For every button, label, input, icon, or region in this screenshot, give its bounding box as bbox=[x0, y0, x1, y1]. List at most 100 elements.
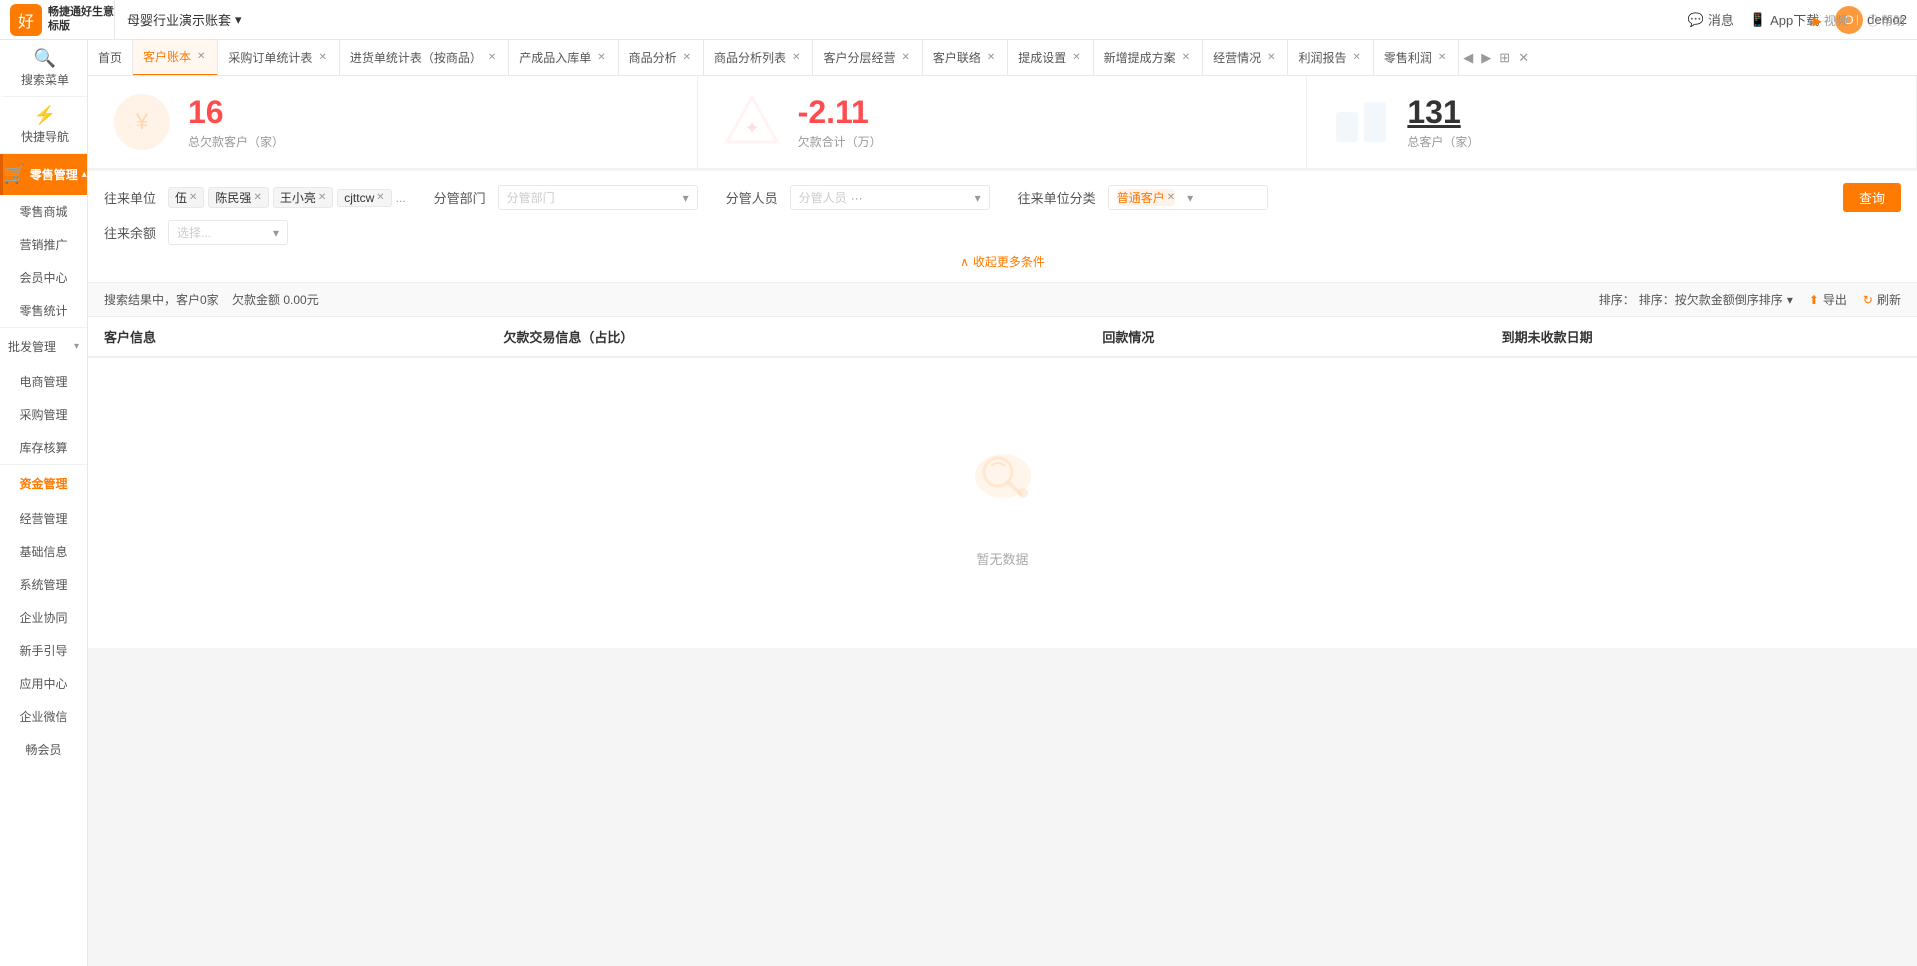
balance-arrow-icon: ▾ bbox=[273, 226, 279, 240]
stat-icon-debt: ✦ bbox=[722, 92, 782, 152]
sidebar-item-wholesale[interactable]: 批发管理 ▾ bbox=[0, 327, 87, 365]
tabs-nav-close-all[interactable]: ✕ bbox=[1514, 50, 1533, 66]
tab-close-icon[interactable]: ✕ bbox=[899, 51, 911, 64]
page-content: ¥ 16 总欠款客户（家） ✦ bbox=[88, 76, 1917, 966]
stat-value-customers: 16 bbox=[188, 94, 284, 131]
tab-close-icon[interactable]: ✕ bbox=[1436, 51, 1448, 64]
tag-wang-close[interactable]: ✕ bbox=[318, 192, 326, 203]
tab-purchase-stats[interactable]: 采购订单统计表 ✕ bbox=[218, 40, 339, 76]
app-icon: 📱 bbox=[1750, 12, 1766, 28]
sidebar-item-purchase[interactable]: 采购管理 bbox=[0, 398, 87, 431]
tab-home[interactable]: 首页 bbox=[88, 40, 133, 76]
message-icon: 💬 bbox=[1688, 12, 1704, 28]
sidebar: 🔍 搜索菜单 ⚡ 快捷导航 🛒 零售管理 ▴ 零售商城 营销推广 会员中心 bbox=[0, 40, 88, 966]
tab-close-icon[interactable]: ✕ bbox=[595, 51, 607, 64]
tab-customer-ledger[interactable]: 客户账本 ✕ bbox=[133, 40, 218, 76]
tab-close-icon[interactable]: ✕ bbox=[1070, 51, 1082, 64]
tabs-nav-expand[interactable]: ⊞ bbox=[1495, 50, 1514, 66]
table-header: 客户信息 欠款交易信息（占比） 回款情况 到期未收款日期 bbox=[88, 317, 1917, 358]
tab-close-icon[interactable]: ✕ bbox=[316, 51, 328, 64]
sidebar-item-inventory[interactable]: 库存核算 bbox=[0, 431, 87, 464]
query-button[interactable]: 查询 bbox=[1843, 183, 1901, 212]
sidebar-item-wechat[interactable]: 企业微信 bbox=[0, 700, 87, 733]
stat-label-customers: 总欠款客户（家） bbox=[188, 133, 284, 150]
sidebar-item-app-center[interactable]: 应用中心 bbox=[0, 667, 87, 700]
sidebar-item-basic-info[interactable]: 基础信息 bbox=[0, 535, 87, 568]
stat-info-total: 131 总客户（家） bbox=[1407, 94, 1479, 150]
tab-customer-contact[interactable]: 客户联络 ✕ bbox=[923, 40, 1008, 76]
tab-close-icon[interactable]: ✕ bbox=[1180, 51, 1192, 64]
dept-select[interactable]: 分管部门 ▾ bbox=[498, 185, 698, 210]
tab-close-icon[interactable]: ✕ bbox=[1351, 51, 1363, 64]
export-btn[interactable]: ⬆ 导出 bbox=[1809, 291, 1847, 308]
unit-type-label: 往来单位分类 bbox=[1018, 188, 1096, 207]
stat-label-total: 总客户（家） bbox=[1407, 133, 1479, 150]
svg-text:¥: ¥ bbox=[135, 109, 149, 134]
export-icon: ⬆ bbox=[1809, 293, 1819, 307]
unit-type-tag: 普通客户 ✕ bbox=[1117, 189, 1175, 206]
sidebar-item-ecommerce[interactable]: 电商管理 bbox=[0, 365, 87, 398]
sidebar-item-guide[interactable]: 新手引导 bbox=[0, 634, 87, 667]
tabs-nav-right[interactable]: ▶ bbox=[1477, 50, 1495, 66]
stat-label-debt: 欠款合计（万） bbox=[798, 133, 882, 150]
tab-commission-setting[interactable]: 提成设置 ✕ bbox=[1008, 40, 1093, 76]
search-summary: 搜索结果中，客户0家 欠款金额 0.00元 bbox=[104, 291, 319, 308]
sidebar-item-system[interactable]: 系统管理 bbox=[0, 568, 87, 601]
tag-wu-close[interactable]: ✕ bbox=[189, 192, 197, 203]
refresh-btn[interactable]: ↻ 刷新 bbox=[1863, 291, 1901, 308]
tab-close-icon[interactable]: ✕ bbox=[1265, 51, 1277, 64]
sidebar-item-finance[interactable]: 资金管理 bbox=[0, 464, 87, 502]
balance-filter-label: 往来余额 bbox=[104, 223, 156, 242]
tag-chen-close[interactable]: ✕ bbox=[253, 192, 261, 203]
sidebar-item-marketing[interactable]: 营销推广 bbox=[0, 228, 87, 261]
message-btn[interactable]: 💬 消息 bbox=[1688, 10, 1734, 29]
balance-select[interactable]: 选择... ▾ bbox=[168, 220, 288, 245]
filter-more-btn[interactable]: ... bbox=[396, 191, 406, 205]
table-container: 客户信息 欠款交易信息（占比） 回款情况 到期未收款日期 bbox=[88, 317, 1917, 648]
sidebar-item-retail-stats[interactable]: 零售统计 bbox=[0, 294, 87, 327]
tab-close-icon[interactable]: ✕ bbox=[681, 51, 693, 64]
unit-filter-tags: 伍 ✕ 陈民强 ✕ 王小亮 ✕ bbox=[168, 187, 406, 208]
tab-product-analysis-list[interactable]: 商品分析列表 ✕ bbox=[704, 40, 813, 76]
tab-customer-layer[interactable]: 客户分层经营 ✕ bbox=[813, 40, 922, 76]
tag-cjttcw-close[interactable]: ✕ bbox=[376, 192, 384, 203]
result-actions: 排序： 排序：按欠款金额倒序排序 ▾ ⬆ 导出 ↻ 刷新 bbox=[1599, 291, 1901, 308]
stat-value-total: 131 bbox=[1407, 94, 1479, 131]
sidebar-item-retail-mgmt[interactable]: 🛒 零售管理 ▴ bbox=[0, 154, 87, 195]
unit-type-select[interactable]: 普通客户 ✕ ▾ bbox=[1108, 185, 1268, 210]
staff-arrow-icon: ▾ bbox=[975, 191, 981, 205]
tab-close-icon[interactable]: ✕ bbox=[195, 50, 207, 63]
tab-profit-report[interactable]: 利润报告 ✕ bbox=[1288, 40, 1373, 76]
sidebar-item-enterprise[interactable]: 企业协同 bbox=[0, 601, 87, 634]
sort-select[interactable]: 排序： 排序：按欠款金额倒序排序 ▾ bbox=[1599, 291, 1793, 308]
tab-purchase-by-product[interactable]: 进货单统计表（按商品） ✕ bbox=[340, 40, 509, 76]
staff-more[interactable]: ··· bbox=[851, 191, 863, 205]
sidebar-search[interactable]: 🔍 搜索菜单 bbox=[0, 40, 87, 97]
tab-close-icon[interactable]: ✕ bbox=[790, 51, 802, 64]
tabs-nav-left[interactable]: ◀ bbox=[1459, 50, 1477, 66]
tab-product-analysis[interactable]: 商品分析 ✕ bbox=[619, 40, 704, 76]
stat-card-customers: ¥ 16 总欠款客户（家） bbox=[88, 76, 698, 168]
tab-retail-profit[interactable]: 零售利润 ✕ bbox=[1374, 40, 1459, 76]
sidebar-quick-nav[interactable]: ⚡ 快捷导航 bbox=[0, 97, 87, 154]
tab-close-icon[interactable]: ✕ bbox=[486, 51, 498, 64]
app-download-btn[interactable]: 📱 App下载 bbox=[1750, 10, 1819, 29]
stat-value-debt: -2.11 bbox=[798, 94, 882, 131]
unit-type-close[interactable]: ✕ bbox=[1167, 192, 1175, 203]
tabs-bar: 首页 客户账本 ✕ 采购订单统计表 ✕ 进货单统计表（按商品） ✕ 产成品入库单… bbox=[88, 40, 1917, 76]
empty-icon bbox=[963, 438, 1043, 537]
sidebar-item-member-plus[interactable]: 畅会员 bbox=[0, 733, 87, 766]
logo-text: 畅捷通好生意 标版 bbox=[48, 6, 114, 32]
staff-select[interactable]: 分管人员 ··· ▾ bbox=[790, 185, 990, 210]
tab-new-commission[interactable]: 新增提成方案 ✕ bbox=[1094, 40, 1203, 76]
sidebar-item-retail-mall[interactable]: 零售商城 bbox=[0, 195, 87, 228]
collapse-btn[interactable]: ∧ 收起更多条件 bbox=[104, 253, 1901, 270]
logo-icon: 好 bbox=[10, 4, 42, 36]
table-header-col1: 客户信息 bbox=[104, 327, 503, 346]
sidebar-item-operation[interactable]: 经营管理 bbox=[0, 502, 87, 535]
industry-select[interactable]: 母婴行业演示账套 ▾ bbox=[114, 0, 254, 39]
tab-close-icon[interactable]: ✕ bbox=[985, 51, 997, 64]
tab-product-instock[interactable]: 产成品入库单 ✕ bbox=[509, 40, 618, 76]
sidebar-item-member[interactable]: 会员中心 bbox=[0, 261, 87, 294]
tab-operation[interactable]: 经营情况 ✕ bbox=[1203, 40, 1288, 76]
